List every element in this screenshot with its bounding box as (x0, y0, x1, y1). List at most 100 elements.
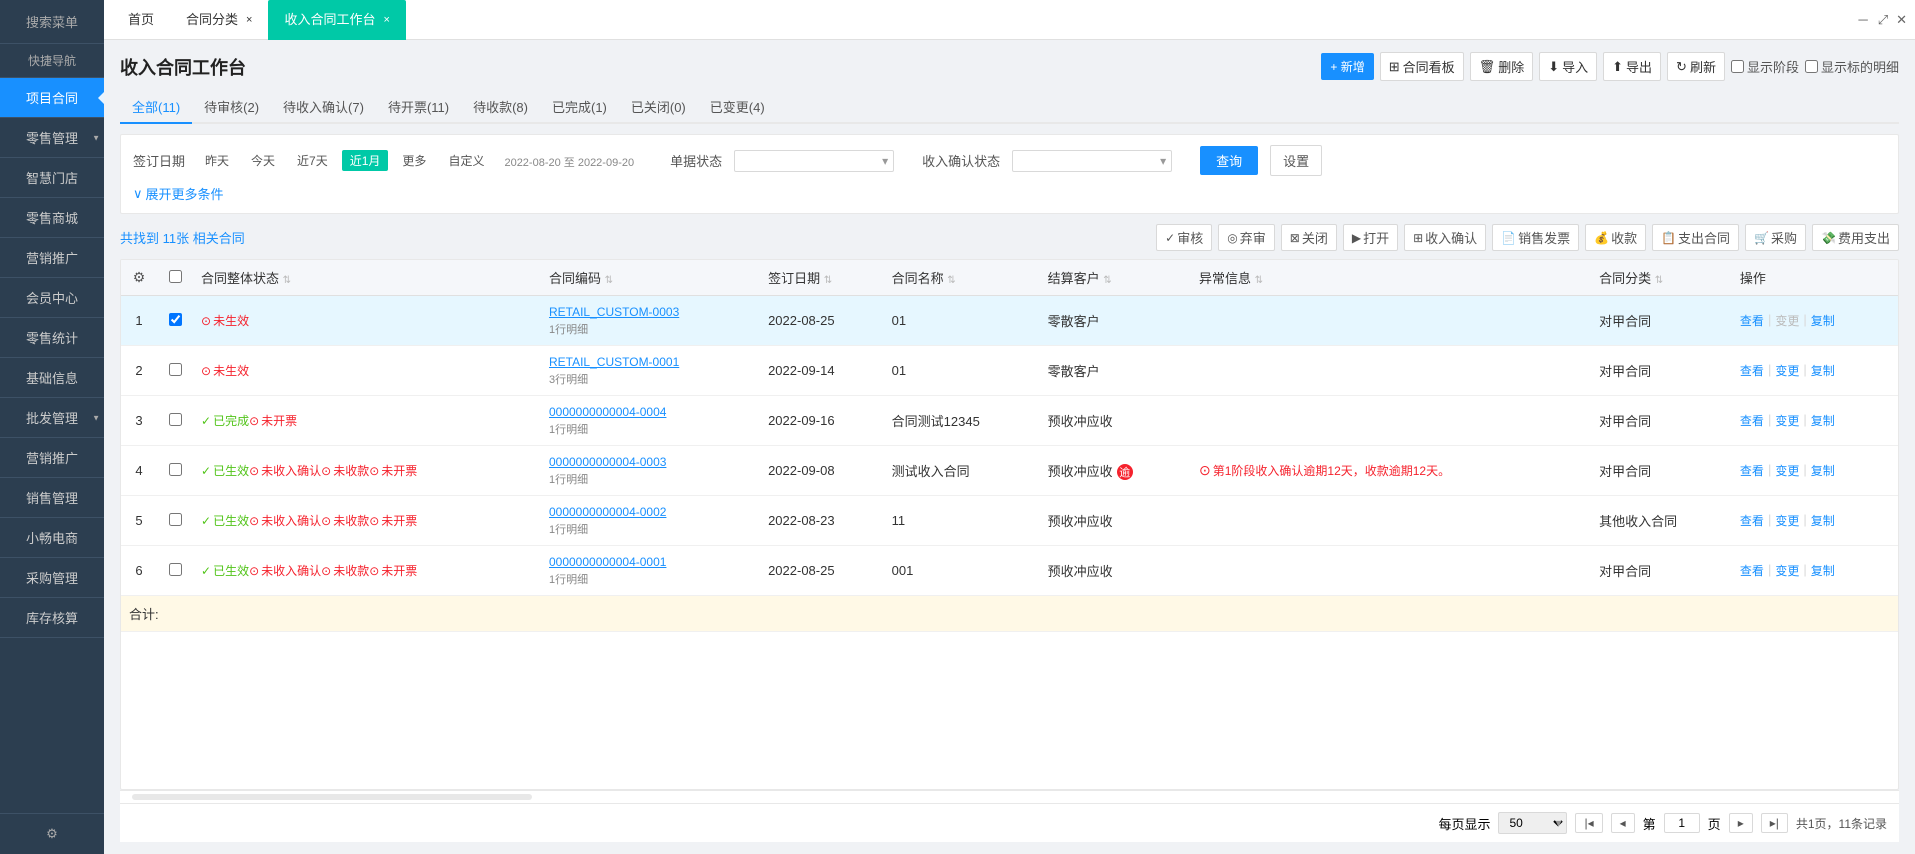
sidebar-item-purchase[interactable]: 采购管理 (0, 558, 104, 598)
col-status[interactable]: 合同整体状态 ⇅ (193, 260, 541, 296)
sidebar-item-retail-mall[interactable]: 零售商城 (0, 198, 104, 238)
sub-tab-done[interactable]: 已完成(1) (540, 91, 619, 122)
row-checkbox-5[interactable] (169, 563, 182, 576)
sidebar-item-xiaochu[interactable]: 小畅电商 (0, 518, 104, 558)
contract-code-link-3[interactable]: 0000000000004-0003 (549, 455, 666, 469)
tab-home[interactable]: 首页 (112, 0, 170, 40)
op-复制-3[interactable]: 复制 (1811, 462, 1835, 479)
page-input[interactable] (1664, 813, 1700, 833)
date-more[interactable]: 更多 (394, 150, 434, 171)
op-变更-1[interactable]: 变更 (1775, 362, 1799, 379)
op-复制-1[interactable]: 复制 (1811, 362, 1835, 379)
doc-status-select[interactable] (734, 150, 894, 172)
op-查看-5[interactable]: 查看 (1740, 562, 1764, 579)
close-icon[interactable]: ✕ (1896, 12, 1907, 28)
expense-contract-btn[interactable]: 📋 支出合同 (1652, 224, 1739, 251)
row-checkbox-4[interactable] (169, 513, 182, 526)
sidebar-item-smart-store[interactable]: 智慧门店 (0, 158, 104, 198)
sort-category-icon[interactable]: ⇅ (1655, 275, 1663, 286)
sidebar-item-wholesale-mgmt[interactable]: 批发管理 (0, 398, 104, 438)
sub-tab-pending-payment[interactable]: 待收款(8) (461, 91, 540, 122)
col-gear[interactable]: ⚙ (121, 260, 157, 296)
op-查看-2[interactable]: 查看 (1740, 412, 1764, 429)
sub-tab-pending-review[interactable]: 待审核(2) (192, 91, 271, 122)
op-变更-5[interactable]: 变更 (1775, 562, 1799, 579)
op-变更-3[interactable]: 变更 (1775, 462, 1799, 479)
sort-name-icon[interactable]: ⇅ (947, 275, 955, 286)
col-sign-date[interactable]: 签订日期 ⇅ (760, 260, 884, 296)
show-labels-checkbox[interactable] (1805, 60, 1818, 73)
show-labels-label[interactable]: 显示标的明细 (1805, 57, 1899, 76)
sidebar-item-retail-stat[interactable]: 零售统计 (0, 318, 104, 358)
tab-contract-cat[interactable]: 合同分类 × (170, 0, 268, 40)
sidebar-item-project[interactable]: 项目合同 (0, 78, 104, 118)
tab-income-workbench[interactable]: 收入合同工作台 × (268, 0, 405, 40)
maximize-icon[interactable]: ⤢ (1878, 12, 1888, 28)
contract-code-link-0[interactable]: RETAIL_CUSTOM-0003 (549, 305, 679, 319)
row-checkbox-3[interactable] (169, 463, 182, 476)
row-checkbox-2[interactable] (169, 413, 182, 426)
select-all-checkbox[interactable] (169, 270, 182, 283)
date-custom[interactable]: 自定义 (440, 150, 492, 171)
sort-customer-icon[interactable]: ⇅ (1103, 275, 1111, 286)
op-查看-3[interactable]: 查看 (1740, 462, 1764, 479)
op-查看-4[interactable]: 查看 (1740, 512, 1764, 529)
sidebar-item-sales-mgmt[interactable]: 销售管理 (0, 478, 104, 518)
export-button[interactable]: ⬆ 导出 (1603, 52, 1661, 81)
op-复制-4[interactable]: 复制 (1811, 512, 1835, 529)
op-查看-1[interactable]: 查看 (1740, 362, 1764, 379)
first-page-btn[interactable]: |◂ (1575, 813, 1602, 833)
op-复制-2[interactable]: 复制 (1811, 412, 1835, 429)
op-查看-0[interactable]: 查看 (1740, 312, 1764, 329)
col-checkbox[interactable] (157, 260, 193, 296)
sub-tab-closed[interactable]: 已关闭(0) (619, 91, 698, 122)
col-name[interactable]: 合同名称 ⇅ (884, 260, 1040, 296)
payment-btn[interactable]: 💰 收款 (1585, 224, 1646, 251)
horizontal-scrollbar[interactable] (132, 794, 532, 800)
contract-code-link-5[interactable]: 0000000000004-0001 (549, 555, 666, 569)
op-复制-0[interactable]: 复制 (1811, 312, 1835, 329)
op-变更-2[interactable]: 变更 (1775, 412, 1799, 429)
sort-status-icon[interactable]: ⇅ (283, 275, 291, 286)
col-category[interactable]: 合同分类 ⇅ (1591, 260, 1732, 296)
contract-code-link-1[interactable]: RETAIL_CUSTOM-0001 (549, 355, 679, 369)
import-button[interactable]: ⬇ 导入 (1539, 52, 1597, 81)
col-code[interactable]: 合同编码 ⇅ (541, 260, 760, 296)
doc-status-select-wrapper[interactable] (734, 150, 894, 172)
minimize-icon[interactable]: － (1857, 10, 1870, 29)
close-btn[interactable]: ⊠ 关闭 (1281, 224, 1337, 251)
contract-code-link-2[interactable]: 0000000000004-0004 (549, 405, 666, 419)
show-segments-checkbox[interactable] (1731, 60, 1744, 73)
sort-error-icon[interactable]: ⇅ (1255, 275, 1263, 286)
sort-code-icon[interactable]: ⇅ (605, 275, 613, 286)
income-confirm-btn[interactable]: ⊞ 收入确认 (1404, 224, 1486, 251)
print-btn[interactable]: ▶ 打开 (1343, 224, 1398, 251)
row-checkbox-1[interactable] (169, 363, 182, 376)
row-checkbox-0[interactable] (169, 313, 182, 326)
sub-tab-pending-income[interactable]: 待收入确认(7) (271, 91, 376, 122)
date-yesterday[interactable]: 昨天 (197, 150, 237, 171)
sidebar-search[interactable]: 搜索菜单 (0, 0, 104, 44)
col-error-info[interactable]: 异常信息 ⇅ (1191, 260, 1591, 296)
review-btn[interactable]: ✓ 审核 (1156, 224, 1212, 251)
sort-date-icon[interactable]: ⇅ (824, 275, 832, 286)
sidebar-quick-nav[interactable]: 快捷导航 (0, 44, 104, 78)
gear-icon[interactable]: ⚙ (133, 269, 146, 285)
delete-button[interactable]: 🗑 删除 (1470, 52, 1534, 81)
tab-income-workbench-close[interactable]: × (383, 0, 389, 40)
purchase-btn[interactable]: 🛒 采购 (1745, 224, 1806, 251)
sidebar-item-marketing[interactable]: 营销推广 (0, 238, 104, 278)
tab-contract-cat-close[interactable]: × (246, 0, 252, 40)
prev-page-btn[interactable]: ◂ (1611, 813, 1635, 833)
expense-output-btn[interactable]: 💸 费用支出 (1812, 224, 1899, 251)
income-confirm-select[interactable] (1012, 150, 1172, 172)
setting-button[interactable]: 设置 (1270, 145, 1322, 176)
date-today[interactable]: 今天 (243, 150, 283, 171)
next-page-btn[interactable]: ▸ (1729, 813, 1753, 833)
expand-more-btn[interactable]: ∨ 展开更多条件 (133, 184, 224, 203)
kanban-button[interactable]: ⊞ 合同看板 (1380, 52, 1464, 81)
last-page-btn[interactable]: ▸| (1761, 813, 1788, 833)
sub-tab-all[interactable]: 全部(11) (120, 91, 192, 124)
col-customer[interactable]: 结算客户 ⇅ (1040, 260, 1191, 296)
sales-invoice-btn[interactable]: 📄 销售发票 (1492, 224, 1579, 251)
